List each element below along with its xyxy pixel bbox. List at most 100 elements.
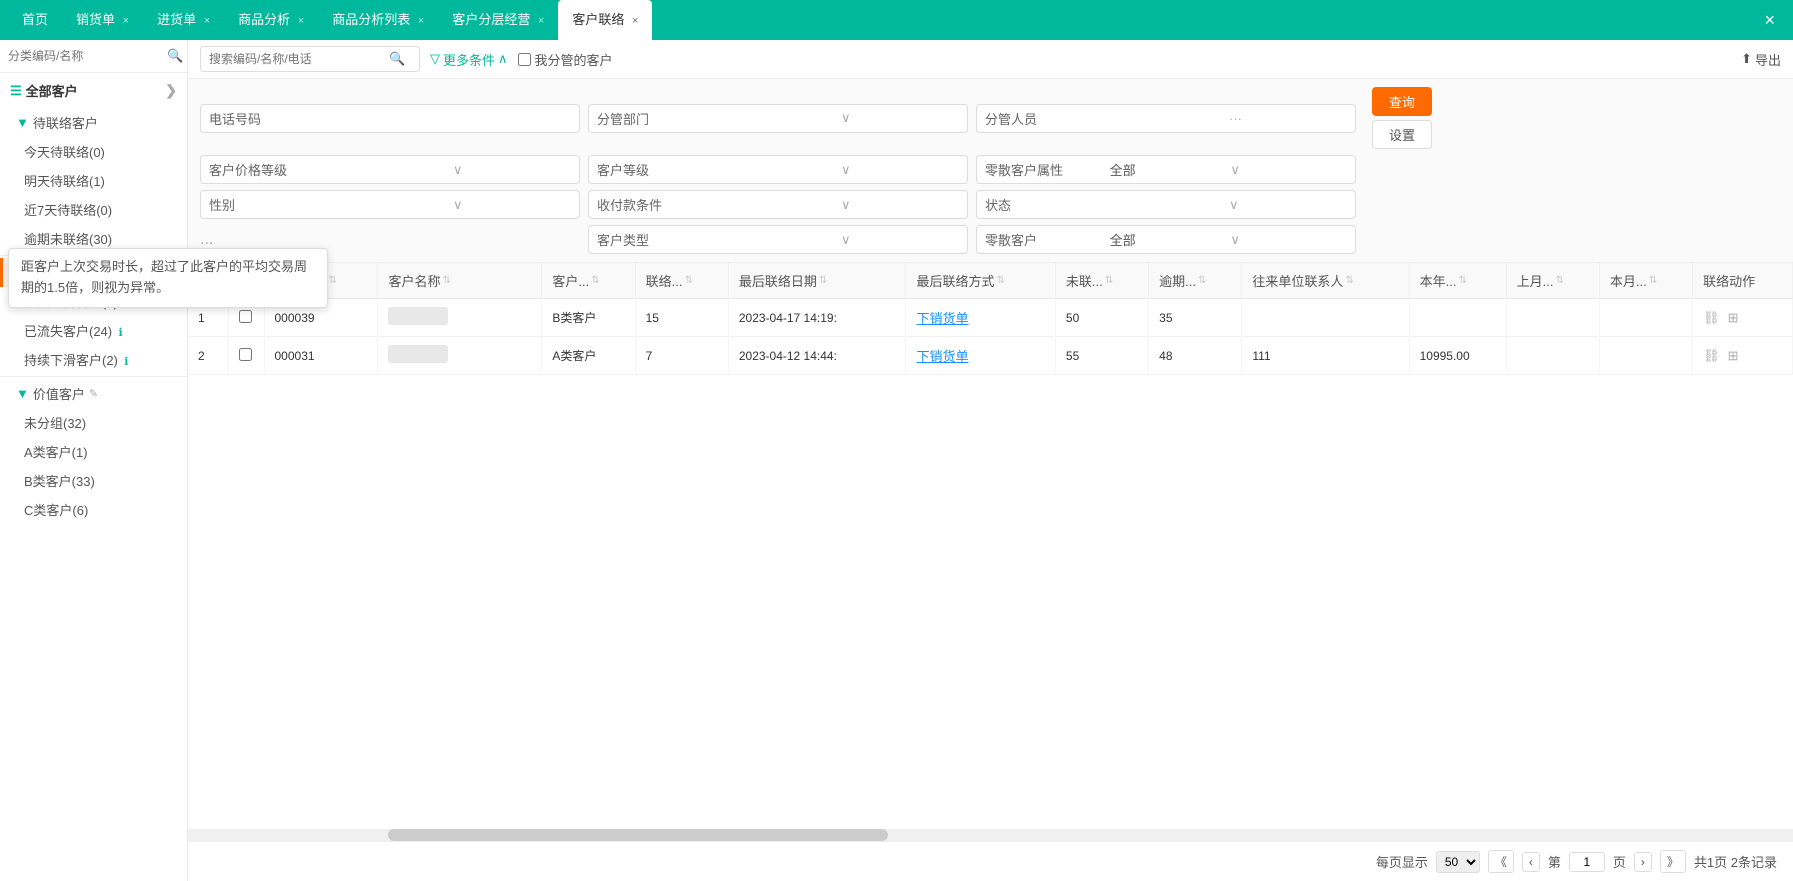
window-close-button[interactable]: × [1754, 10, 1785, 31]
query-button[interactable]: 查询 [1372, 87, 1432, 116]
row2-this-year: 10995.00 [1409, 337, 1506, 375]
dept-field[interactable]: 分管部门 ∨ [588, 104, 968, 133]
close-contact-tab[interactable]: × [632, 15, 638, 27]
search-icon[interactable]: 🔍 [389, 51, 405, 67]
dept-arrow: ∨ [841, 110, 959, 126]
sidebar-7day-contact[interactable]: 近7天待联络(0) [0, 195, 187, 224]
close-purchase-tab[interactable]: × [204, 15, 210, 27]
row2-code: 000031 [264, 337, 378, 375]
expand-triangle-2: ▼ [16, 386, 29, 401]
th-overdue[interactable]: 逾期... ⇅ [1149, 263, 1242, 299]
customer-level-field[interactable]: 客户等级 ∨ [588, 155, 968, 184]
type-arrow: ∨ [841, 232, 959, 248]
setting-button[interactable]: 设置 [1372, 120, 1432, 149]
sidebar-a-class[interactable]: A类客户(1) [0, 437, 187, 466]
nav-sales[interactable]: 销货单 × [62, 0, 143, 40]
close-segment-tab[interactable]: × [538, 15, 544, 27]
collapse-icon[interactable]: ❯ [165, 82, 177, 99]
nav-customer-segment[interactable]: 客户分层经营 × [438, 0, 558, 40]
sidebar-c-class[interactable]: C类客户(6) [0, 495, 187, 524]
th-name[interactable]: 客户名称 ⇅ [378, 263, 542, 299]
row1-actions: ⛓ ⊞ [1693, 299, 1793, 337]
row2-grid-icon[interactable]: ⊞ [1728, 348, 1739, 364]
retail-attr-field[interactable]: 零散客户属性 全部 ∨ [976, 155, 1356, 184]
row1-contact-count: 15 [635, 299, 728, 337]
page-size-select[interactable]: 50 [1436, 851, 1480, 873]
value-customers-group[interactable]: ▼ 价值客户 ✎ [0, 379, 187, 408]
status-field[interactable]: 状态 ∨ [976, 190, 1356, 219]
sidebar-search-icon[interactable]: 🔍 [167, 48, 183, 64]
retail-customer-field[interactable]: 零散客户 全部 ∨ [976, 225, 1356, 254]
th-this-month[interactable]: 本月... ⇅ [1599, 263, 1692, 299]
prev-page-btn[interactable]: ‹ [1522, 852, 1540, 872]
manager-field[interactable]: 分管人员 ··· [976, 104, 1356, 133]
filter-row-1: 电话号码 分管部门 ∨ 分管人员 ··· 查询 设置 [200, 87, 1781, 149]
row1-action-icons: ⛓ ⊞ [1703, 310, 1782, 326]
nav-product-analysis[interactable]: 商品分析 × [224, 0, 318, 40]
sidebar-search-input[interactable] [8, 49, 163, 63]
row2-unit-contact: 111 [1242, 337, 1409, 375]
nav-home[interactable]: 首页 [8, 0, 62, 40]
th-type[interactable]: 客户... ⇅ [542, 263, 635, 299]
nav-purchase[interactable]: 进货单 × [143, 0, 224, 40]
table-header-row: ⚙ 客户编码 ⇅ 客户名称 [188, 263, 1793, 299]
phone-field[interactable]: 电话号码 [200, 104, 580, 133]
row1-last-method[interactable]: 下销货单 [906, 299, 1055, 337]
sidebar-tomorrow-contact[interactable]: 明天待联络(1) [0, 166, 187, 195]
total-records-label: 共1页 2条记录 [1694, 852, 1777, 871]
chevron-down-icon: ∧ [498, 51, 508, 67]
row1-select-checkbox[interactable] [239, 310, 252, 323]
pending-contact-group[interactable]: ▼ 待联络客户 [0, 108, 187, 137]
sidebar-declining[interactable]: 持续下滑客户(2) ℹ [0, 345, 187, 374]
th-unit-contact[interactable]: 往来单位联系人 ⇅ [1242, 263, 1409, 299]
th-uncontacted[interactable]: 未联... ⇅ [1055, 263, 1148, 299]
more-conditions-btn[interactable]: ▽ 更多条件 ∧ [430, 50, 508, 69]
first-page-btn[interactable]: 《 [1488, 850, 1514, 873]
th-last-month[interactable]: 上月... ⇅ [1506, 263, 1599, 299]
close-sales-tab[interactable]: × [123, 15, 129, 27]
th-last-method[interactable]: 最后联络方式 ⇅ [906, 263, 1055, 299]
filter-bar: 🔍 ▽ 更多条件 ∧ 我分管的客户 ⬆ 导出 [188, 40, 1793, 79]
all-customers-header[interactable]: ☰ 全部客户 ❯ [0, 73, 187, 108]
horizontal-scrollbar[interactable] [188, 829, 1793, 841]
sort-icon-date: ⇅ [819, 275, 827, 286]
row1-uncontacted: 50 [1055, 299, 1148, 337]
th-this-year[interactable]: 本年... ⇅ [1409, 263, 1506, 299]
row2-select-checkbox[interactable] [239, 348, 252, 361]
th-contact-count[interactable]: 联络... ⇅ [635, 263, 728, 299]
row1-last-month [1506, 299, 1599, 337]
row2-link-icon[interactable]: ⛓ [1703, 348, 1720, 364]
table-body: 1 000039 B类客户 15 2023-04-17 14:19: 下销货单 … [188, 299, 1793, 375]
export-button[interactable]: ⬆ 导出 [1741, 50, 1781, 69]
nav-product-list[interactable]: 商品分析列表 × [318, 0, 438, 40]
th-last-date[interactable]: 最后联络日期 ⇅ [728, 263, 906, 299]
page-number-input[interactable] [1569, 852, 1605, 872]
row1-this-year [1409, 299, 1506, 337]
sidebar-b-class[interactable]: B类客户(33) [0, 466, 187, 495]
price-level-field[interactable]: 客户价格等级 ∨ [200, 155, 580, 184]
row1-grid-icon[interactable]: ⊞ [1728, 310, 1739, 326]
sidebar-churned[interactable]: 已流失客户(24) ℹ [0, 316, 187, 345]
row2-last-method[interactable]: 下销货单 [906, 337, 1055, 375]
last-page-btn[interactable]: 》 [1660, 850, 1686, 873]
row1-link-icon[interactable]: ⛓ [1703, 310, 1720, 326]
info-icon-4: ℹ [124, 356, 128, 368]
edit-icon[interactable]: ✎ [89, 387, 98, 400]
nav-customer-contact[interactable]: 客户联络 × [558, 0, 652, 40]
main-layout: 🔍 ☰ 全部客户 ❯ ▼ 待联络客户 今天待联络(0) 明天待联络(1) 近7天… [0, 40, 1793, 881]
payment-field[interactable]: 收付款条件 ∨ [588, 190, 968, 219]
retail-attr-arrow: ∨ [1230, 162, 1347, 178]
more-dots-btn[interactable]: ... [200, 231, 213, 249]
next-page-btn[interactable]: › [1634, 852, 1652, 872]
sort-icon-type: ⇅ [591, 275, 599, 286]
gender-field[interactable]: 性别 ∨ [200, 190, 580, 219]
sidebar-ungrouped[interactable]: 未分组(32) [0, 408, 187, 437]
my-customers-checkbox[interactable] [518, 53, 531, 66]
scrollbar-thumb[interactable] [388, 829, 888, 841]
customer-search-input[interactable] [209, 52, 389, 66]
customer-type-field[interactable]: 客户类型 ∨ [588, 225, 968, 254]
sidebar-today-contact[interactable]: 今天待联络(0) [0, 137, 187, 166]
gender-arrow: ∨ [453, 197, 571, 213]
close-product-analysis-tab[interactable]: × [298, 15, 304, 27]
close-product-list-tab[interactable]: × [418, 15, 424, 27]
